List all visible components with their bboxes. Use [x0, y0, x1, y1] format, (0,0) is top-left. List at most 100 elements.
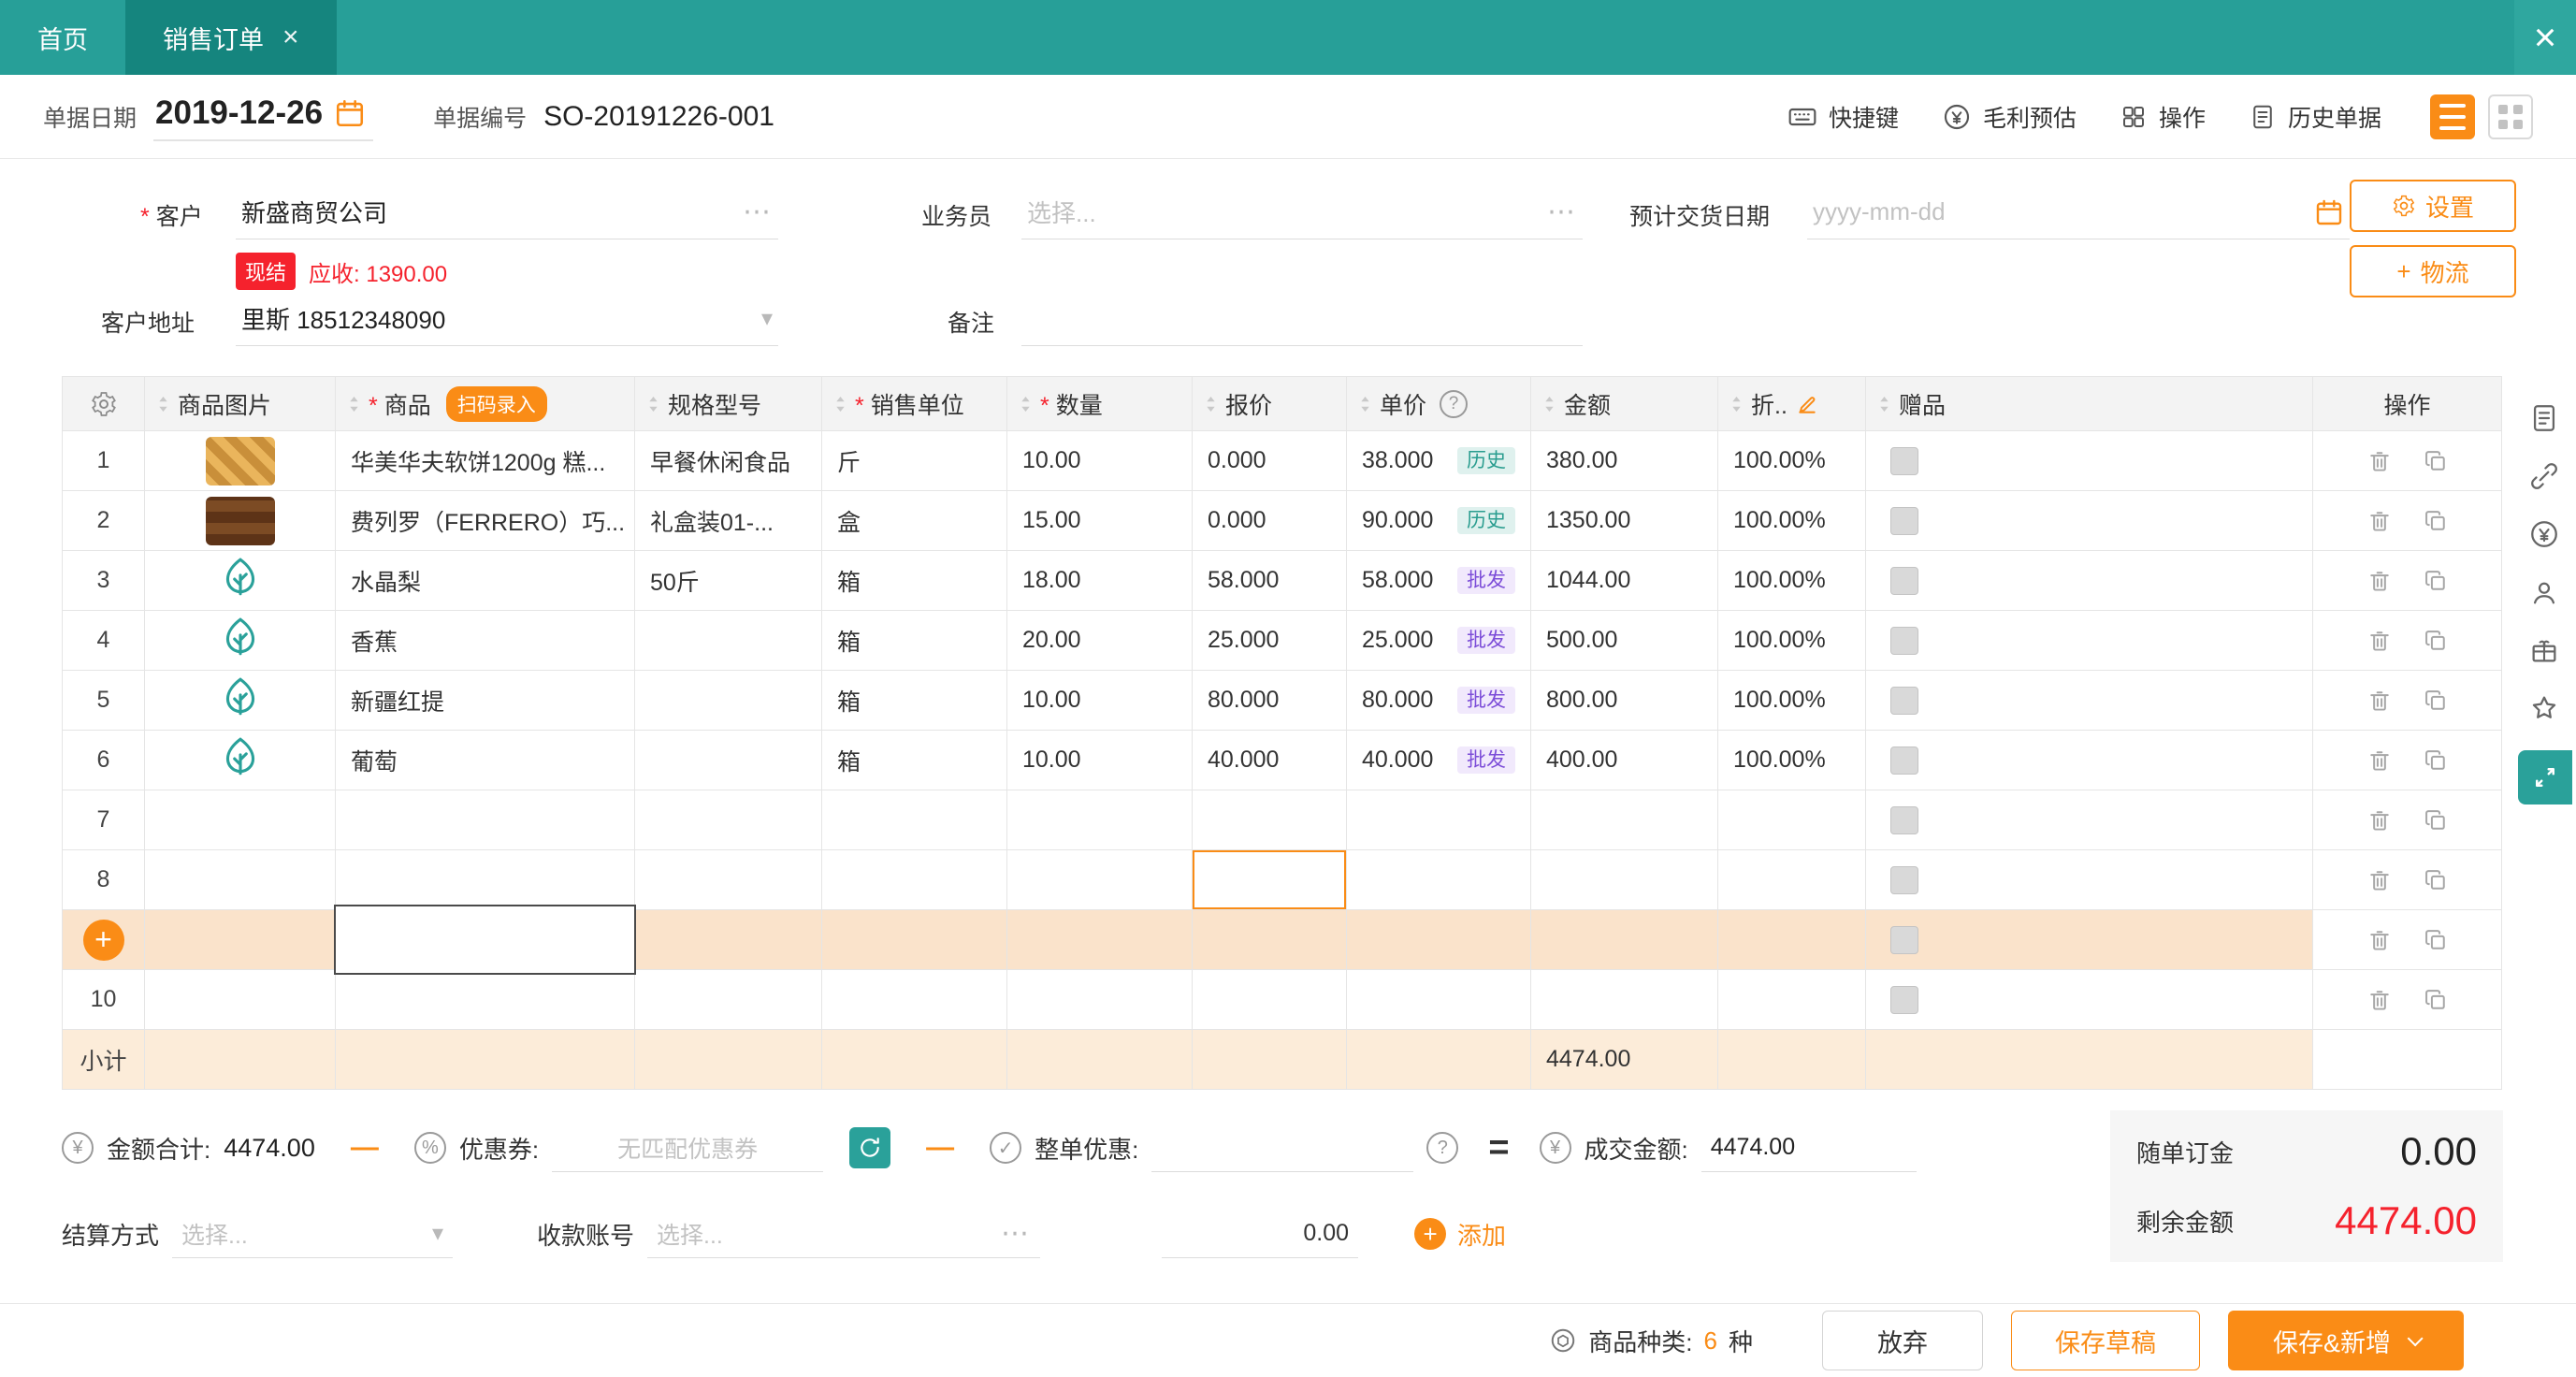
history-docs-button[interactable]: 历史单据 — [2249, 100, 2381, 134]
chevron-down-icon[interactable]: ▾ — [761, 305, 773, 332]
window-close-button[interactable]: × — [2514, 0, 2576, 75]
amount-cell[interactable]: 800.00 — [1530, 670, 1718, 731]
quote-cell[interactable]: 40.000 — [1192, 730, 1347, 790]
gift-checkbox[interactable] — [1890, 985, 1918, 1014]
spec-cell[interactable] — [634, 969, 822, 1030]
copy-row-button[interactable] — [2423, 747, 2449, 774]
product-image-cell[interactable] — [144, 909, 336, 970]
spec-cell[interactable]: 50斤 — [634, 550, 822, 611]
unit-cell[interactable]: 箱 — [821, 670, 1007, 731]
order-discount-field[interactable] — [1151, 1123, 1414, 1172]
sort-icon[interactable] — [1729, 394, 1744, 414]
rail-gift-icon[interactable] — [2528, 634, 2560, 666]
product-image-cell[interactable] — [144, 670, 336, 731]
copy-row-button[interactable] — [2423, 688, 2449, 714]
copy-row-button[interactable] — [2423, 448, 2449, 474]
chevron-down-icon[interactable]: ▾ — [432, 1220, 443, 1247]
product-name-cell[interactable]: 费列罗（FERRERO）巧... — [335, 490, 635, 551]
quote-cell[interactable] — [1192, 790, 1347, 850]
add-row-button[interactable]: + — [82, 919, 124, 961]
discount-cell[interactable] — [1717, 909, 1866, 970]
customer-more-icon[interactable]: ⋯ — [743, 196, 773, 228]
product-name-cell[interactable] — [335, 969, 635, 1030]
delete-row-button[interactable] — [2366, 747, 2393, 774]
discount-cell[interactable]: 100.00% — [1717, 550, 1866, 611]
shortcut-keys-button[interactable]: 快捷键 — [1787, 100, 1899, 134]
unit-cell[interactable] — [821, 790, 1007, 850]
sort-icon[interactable] — [347, 394, 361, 414]
qty-cell[interactable]: 20.00 — [1006, 610, 1193, 671]
qty-cell[interactable] — [1006, 849, 1193, 910]
price-cell[interactable]: 25.000 批发 — [1346, 610, 1531, 671]
operations-menu-button[interactable]: 操作 — [2120, 100, 2206, 134]
product-name-input[interactable] — [334, 905, 636, 975]
batch-edit-icon[interactable] — [1795, 392, 1819, 416]
sort-icon[interactable] — [646, 394, 660, 414]
quote-cell[interactable]: 0.000 — [1192, 430, 1347, 491]
product-image-cell[interactable] — [144, 849, 336, 910]
product-name-cell[interactable]: 水晶梨 — [335, 550, 635, 611]
price-cell[interactable]: 90.000 历史 — [1346, 490, 1531, 551]
discount-cell[interactable]: 100.00% — [1717, 730, 1866, 790]
gift-checkbox[interactable] — [1890, 746, 1918, 775]
gift-checkbox[interactable] — [1890, 805, 1918, 834]
product-image-cell[interactable] — [144, 550, 336, 611]
amount-cell[interactable] — [1530, 969, 1718, 1030]
column-header-discount[interactable]: 折.. — [1717, 376, 1866, 431]
product-name-cell[interactable] — [335, 790, 635, 850]
rail-favorite-icon[interactable] — [2528, 692, 2560, 724]
price-cell[interactable]: 58.000 批发 — [1346, 550, 1531, 611]
spec-cell[interactable]: 礼盒装01-... — [634, 490, 822, 551]
copy-row-button[interactable] — [2423, 807, 2449, 833]
amount-cell[interactable]: 380.00 — [1530, 430, 1718, 491]
qty-cell[interactable] — [1006, 969, 1193, 1030]
sort-icon[interactable] — [1877, 394, 1891, 414]
gift-checkbox[interactable] — [1890, 686, 1918, 715]
column-header-gift[interactable]: 赠品 — [1865, 376, 2313, 431]
amount-cell[interactable] — [1530, 909, 1718, 970]
delete-row-button[interactable] — [2366, 807, 2393, 833]
product-image-cell[interactable] — [144, 430, 336, 491]
sort-icon[interactable] — [1204, 394, 1218, 414]
column-header-price[interactable]: 单价? — [1346, 376, 1531, 431]
qty-cell[interactable]: 10.00 — [1006, 730, 1193, 790]
deal-amount-field[interactable]: 4474.00 — [1700, 1123, 1917, 1172]
quote-cell[interactable]: 25.000 — [1192, 610, 1347, 671]
tab-sales-order[interactable]: 销售订单 × — [125, 0, 337, 75]
copy-row-button[interactable] — [2423, 628, 2449, 654]
sort-icon[interactable] — [156, 394, 170, 414]
amount-cell[interactable]: 1350.00 — [1530, 490, 1718, 551]
gift-checkbox[interactable] — [1890, 865, 1918, 894]
price-cell[interactable]: 40.000 批发 — [1346, 730, 1531, 790]
delete-row-button[interactable] — [2366, 927, 2393, 953]
product-name-cell[interactable]: 葡萄 — [335, 730, 635, 790]
question-circle-icon[interactable]: ? — [1426, 1132, 1459, 1164]
logistics-button[interactable]: + 物流 — [2350, 245, 2516, 297]
product-image-cell[interactable] — [144, 490, 336, 551]
unit-cell[interactable] — [821, 849, 1007, 910]
product-name-cell[interactable] — [335, 849, 635, 910]
qty-cell[interactable]: 18.00 — [1006, 550, 1193, 611]
unit-cell[interactable]: 箱 — [821, 610, 1007, 671]
discount-cell[interactable]: 100.00% — [1717, 490, 1866, 551]
qty-cell[interactable]: 15.00 — [1006, 490, 1193, 551]
profit-estimate-button[interactable]: 毛利预估 — [1942, 100, 2077, 134]
price-cell[interactable] — [1346, 969, 1531, 1030]
settings-button[interactable]: 设置 — [2350, 180, 2516, 232]
address-field[interactable]: 里斯 18512348090 ▾ — [236, 292, 778, 346]
amount-cell[interactable]: 500.00 — [1530, 610, 1718, 671]
column-header-quote[interactable]: 报价 — [1192, 376, 1347, 431]
product-name-cell[interactable]: 华美华夫软饼1200g 糕... — [335, 430, 635, 491]
qty-cell[interactable]: 10.00 — [1006, 670, 1193, 731]
copy-row-button[interactable] — [2423, 867, 2449, 893]
delete-row-button[interactable] — [2366, 688, 2393, 714]
product-image-cell[interactable] — [144, 730, 336, 790]
settle-method-field[interactable]: 选择... ▾ — [172, 1210, 454, 1258]
price-cell[interactable] — [1346, 849, 1531, 910]
coupon-field[interactable]: 无匹配优惠券 — [552, 1123, 824, 1172]
discount-cell[interactable]: 100.00% — [1717, 670, 1866, 731]
delete-row-button[interactable] — [2366, 448, 2393, 474]
discount-cell[interactable]: 100.00% — [1717, 610, 1866, 671]
column-header-amount[interactable]: 金额 — [1530, 376, 1718, 431]
delete-row-button[interactable] — [2366, 568, 2393, 594]
